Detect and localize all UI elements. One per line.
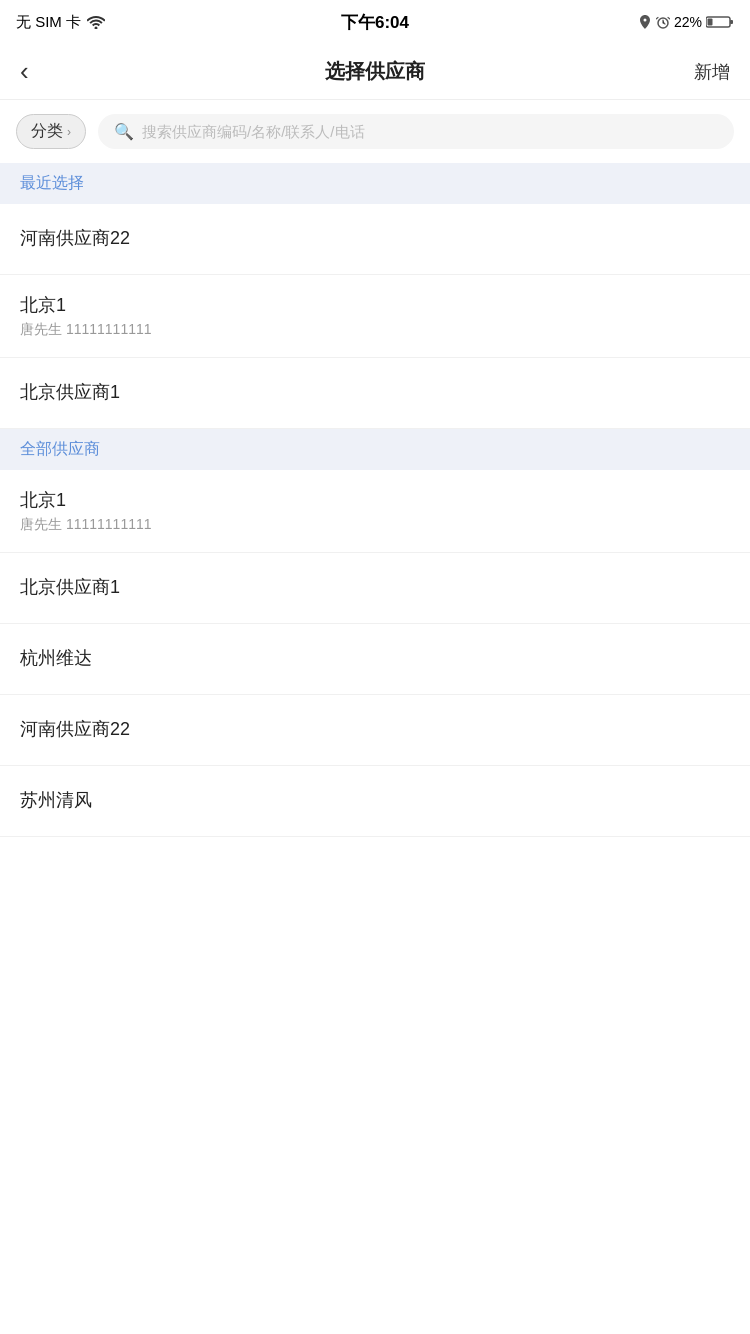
search-input[interactable] — [142, 123, 718, 140]
all-items-list: 北京1 唐先生 11111111111 北京供应商1 杭州维达河南供应商22 苏州清风 — [0, 470, 750, 837]
alarm-icon — [656, 15, 670, 29]
back-button[interactable]: ‹ — [20, 52, 37, 91]
list-item[interactable]: 苏州清风 — [0, 766, 750, 837]
search-bar: 分类 › 🔍 — [0, 100, 750, 163]
battery-icon — [706, 15, 734, 29]
list-item[interactable]: 北京1 唐先生 11111111111 — [0, 275, 750, 358]
list-item[interactable]: 河南供应商22 — [0, 204, 750, 275]
category-button[interactable]: 分类 › — [16, 114, 86, 149]
supplier-name: 河南供应商22 — [20, 717, 730, 741]
svg-rect-2 — [708, 19, 713, 26]
supplier-name: 北京1 — [20, 293, 730, 317]
list-item[interactable]: 河南供应商22 — [0, 695, 750, 766]
sim-label: 无 SIM 卡 — [16, 13, 81, 32]
supplier-name: 杭州维达 — [20, 646, 730, 670]
supplier-name: 北京供应商1 — [20, 575, 730, 599]
supplier-sub: 唐先生 11111111111 — [20, 321, 730, 339]
battery-label: 22% — [674, 14, 702, 30]
svg-rect-3 — [730, 20, 733, 24]
category-label: 分类 — [31, 121, 63, 142]
list-item[interactable]: 北京1 唐先生 11111111111 — [0, 470, 750, 553]
list-item[interactable]: 北京供应商1 — [0, 358, 750, 429]
recent-items-list: 河南供应商22 北京1 唐先生 11111111111 北京供应商1 — [0, 204, 750, 429]
nav-bar: ‹ 选择供应商 新增 — [0, 44, 750, 100]
status-time: 下午6:04 — [341, 11, 409, 34]
supplier-name: 苏州清风 — [20, 788, 730, 812]
all-header-label: 全部供应商 — [20, 440, 100, 457]
supplier-name: 北京供应商1 — [20, 380, 730, 404]
list-item[interactable]: 杭州维达 — [0, 624, 750, 695]
list-item[interactable]: 北京供应商1 — [0, 553, 750, 624]
search-input-wrap[interactable]: 🔍 — [98, 114, 734, 149]
search-icon: 🔍 — [114, 122, 134, 141]
wifi-icon — [87, 15, 105, 29]
recent-section-header: 最近选择 — [0, 163, 750, 204]
supplier-name: 北京1 — [20, 488, 730, 512]
all-section-header: 全部供应商 — [0, 429, 750, 470]
location-icon — [638, 15, 652, 29]
status-right: 22% — [638, 14, 734, 30]
add-button[interactable]: 新增 — [694, 60, 730, 84]
recent-header-label: 最近选择 — [20, 174, 84, 191]
chevron-right-icon: › — [67, 125, 71, 139]
supplier-name: 河南供应商22 — [20, 226, 730, 250]
page-title: 选择供应商 — [325, 58, 425, 85]
status-bar: 无 SIM 卡 下午6:04 22% — [0, 0, 750, 44]
status-left: 无 SIM 卡 — [16, 13, 105, 32]
supplier-sub: 唐先生 11111111111 — [20, 516, 730, 534]
